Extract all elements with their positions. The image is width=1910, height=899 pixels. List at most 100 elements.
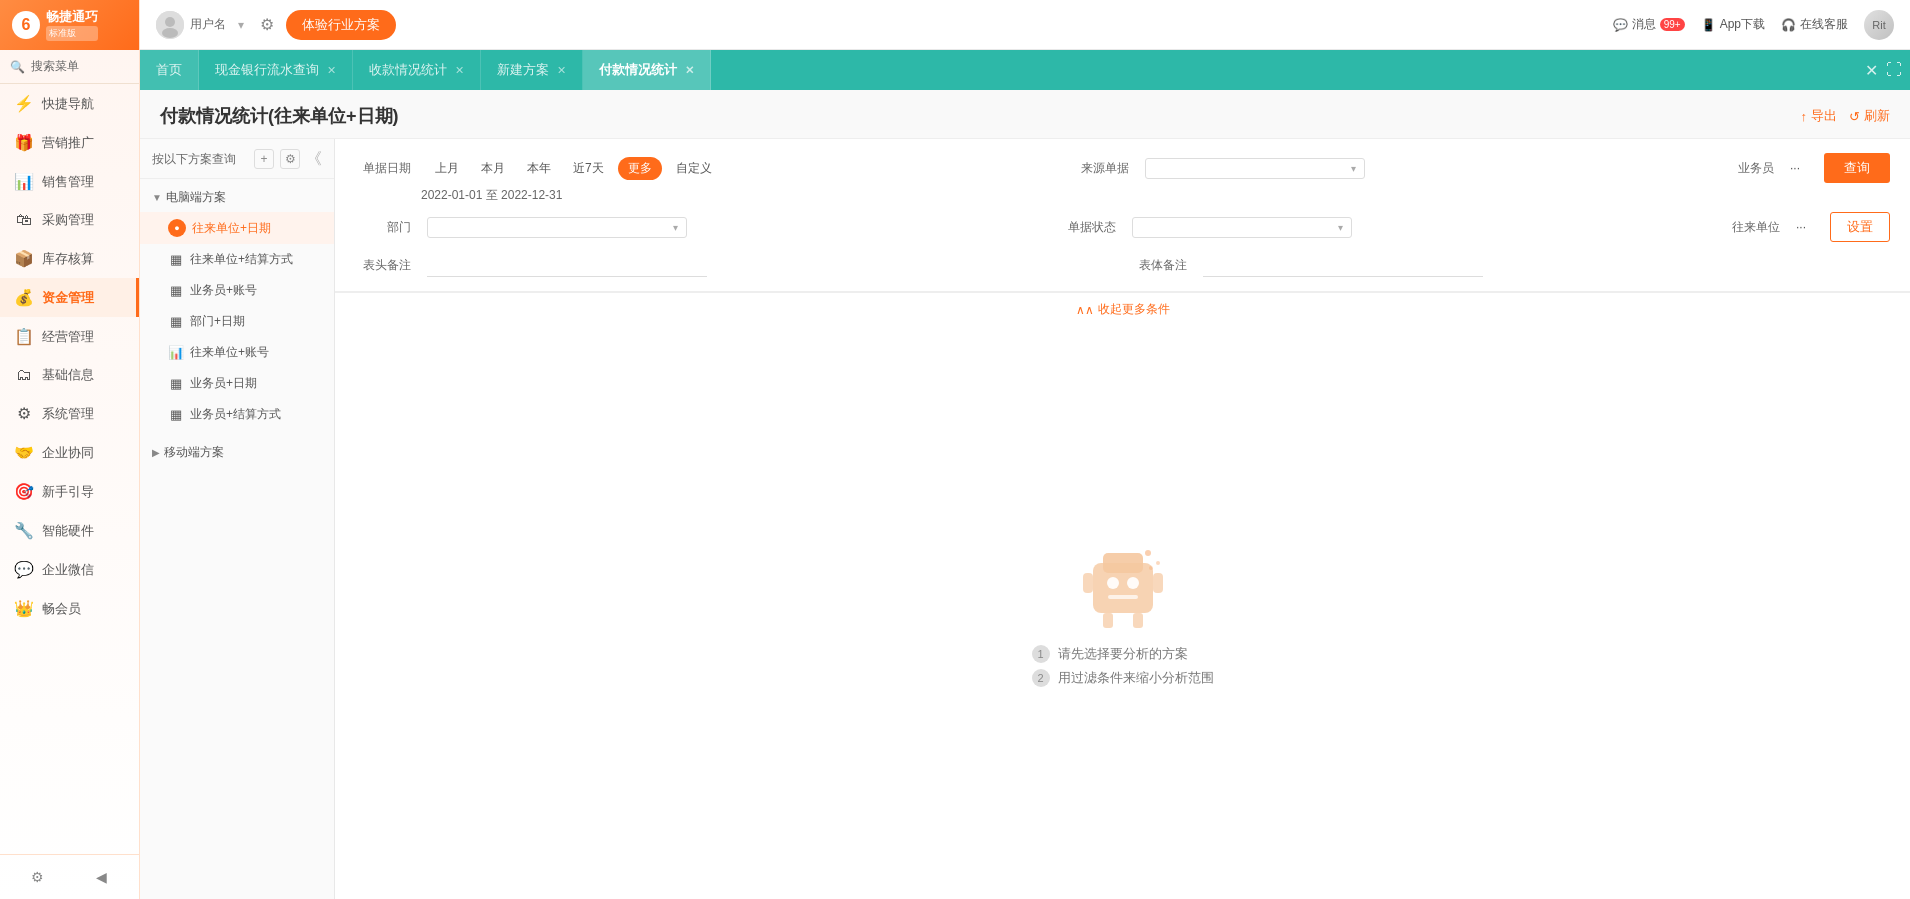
header-note-input[interactable]: [427, 258, 707, 272]
export-btn[interactable]: ↑ 导出: [1801, 107, 1838, 125]
scheme-settings-btn[interactable]: ⚙: [280, 149, 300, 169]
scheme-header: 按以下方案查询 + ⚙ 《: [140, 139, 334, 179]
voucher-status-select[interactable]: ▾: [1132, 217, 1352, 238]
trial-btn[interactable]: 体验行业方案: [286, 10, 396, 40]
scheme-item-salesperson-date[interactable]: ▦ 业务员+日期: [140, 368, 334, 399]
purchase-icon: 🛍: [14, 211, 34, 229]
guide-icon: 🎯: [14, 482, 34, 501]
wechat-icon: 💬: [14, 560, 34, 579]
dept-dropdown-icon: ▾: [673, 222, 678, 233]
sidebar-item-sales[interactable]: 📊 销售管理: [0, 162, 139, 201]
tab-payment-stats-close[interactable]: ✕: [685, 64, 694, 77]
tabs-actions: ✕ ⛶: [1857, 61, 1910, 80]
header-note-label: 表头备注: [355, 257, 411, 274]
date-btn-this-month[interactable]: 本月: [473, 157, 513, 180]
date-btn-last-month[interactable]: 上月: [427, 157, 467, 180]
date-btn-custom[interactable]: 自定义: [668, 157, 720, 180]
app-download-btn[interactable]: 📱 App下载: [1701, 16, 1765, 33]
date-btn-more[interactable]: 更多: [618, 157, 662, 180]
partner-label: 往来单位: [1724, 219, 1780, 236]
inventory-label: 库存核算: [42, 250, 94, 268]
messages-label: 消息: [1632, 16, 1656, 33]
collapse-bar[interactable]: ∧∧ 收起更多条件: [335, 292, 1910, 326]
sidebar-item-smart-hw[interactable]: 🔧 智能硬件: [0, 511, 139, 550]
tab-bank-flow-close[interactable]: ✕: [327, 64, 336, 77]
messages-btn[interactable]: 💬 消息 99+: [1613, 16, 1685, 33]
filter-section: 单据日期 上月 本月 本年 近7天 更多 自定义 来源单据: [335, 139, 1910, 292]
source-select[interactable]: ▾: [1145, 158, 1365, 179]
sidebar-item-vip[interactable]: 👑 畅会员: [0, 589, 139, 628]
body-note-input[interactable]: [1203, 258, 1483, 272]
basic-info-label: 基础信息: [42, 366, 94, 384]
scheme-item-salesperson-date-label: 业务员+日期: [190, 375, 257, 392]
sidebar-item-inventory[interactable]: 📦 库存核算: [0, 239, 139, 278]
empty-hints: 1 请先选择要分析的方案 2 用过滤条件来缩小分析范围: [1032, 645, 1214, 693]
partner-select[interactable]: ···: [1796, 220, 1806, 234]
dropdown-arrow-icon[interactable]: ▾: [238, 18, 244, 32]
date-btn-7days[interactable]: 近7天: [565, 157, 612, 180]
settings-btn[interactable]: 设置: [1830, 212, 1890, 242]
tab-receipt-stats-close[interactable]: ✕: [455, 64, 464, 77]
logo-badge: 标准版: [46, 26, 98, 41]
sidebar-bottom: ⚙ ◀: [0, 854, 139, 899]
online-service-btn[interactable]: 🎧 在线客服: [1781, 16, 1848, 33]
settings-bottom-btn[interactable]: ⚙: [10, 863, 66, 891]
sidebar-item-wechat[interactable]: 💬 企业微信: [0, 550, 139, 589]
sidebar-item-guide[interactable]: 🎯 新手引导: [0, 472, 139, 511]
scheme-item-partner-account[interactable]: 📊 往来单位+账号: [140, 337, 334, 368]
topbar-user-avatar[interactable]: Rit: [1864, 10, 1894, 40]
scheme-item-dept-date[interactable]: ▦ 部门+日期: [140, 306, 334, 337]
sidebar-item-sys-admin[interactable]: ⚙ 系统管理: [0, 394, 139, 433]
topbar-settings-icon[interactable]: ⚙: [260, 15, 274, 34]
sidebar-item-operation[interactable]: 📋 经营管理: [0, 317, 139, 356]
topbar: 用户名 ▾ ⚙ 体验行业方案 💬 消息 99+ 📱 App下载 🎧 在线客服 R…: [140, 0, 1910, 50]
logo-icon: 6: [12, 11, 40, 39]
scheme-group-desktop-header[interactable]: ▼ 电脑端方案: [140, 183, 334, 212]
empty-icon-svg: [1073, 533, 1173, 633]
tab-bank-flow[interactable]: 现金银行流水查询 ✕: [199, 50, 353, 90]
sidebar-item-purchase[interactable]: 🛍 采购管理: [0, 201, 139, 239]
tab-new-scheme-close[interactable]: ✕: [557, 64, 566, 77]
enterprise-icon: 🤝: [14, 443, 34, 462]
scheme-item-salesperson-settlement[interactable]: ▦ 业务员+结算方式: [140, 399, 334, 430]
scheme-item-partner-account-label: 往来单位+账号: [190, 344, 269, 361]
scheme-group-mobile-header[interactable]: ▶ 移动端方案: [140, 438, 334, 467]
search-label: 搜索菜单: [31, 58, 79, 75]
salesperson-select[interactable]: ···: [1790, 161, 1800, 175]
query-btn[interactable]: 查询: [1824, 153, 1890, 183]
main-area: 用户名 ▾ ⚙ 体验行业方案 💬 消息 99+ 📱 App下载 🎧 在线客服 R…: [140, 0, 1910, 899]
scheme-collapse-btn[interactable]: 《: [306, 149, 322, 170]
sidebar-item-enterprise[interactable]: 🤝 企业协同: [0, 433, 139, 472]
dept-select[interactable]: ▾: [427, 217, 687, 238]
refresh-btn[interactable]: ↺ 刷新: [1849, 107, 1890, 125]
add-scheme-btn[interactable]: +: [254, 149, 274, 169]
tab-home-label: 首页: [156, 61, 182, 79]
mobile-group-label: 移动端方案: [164, 444, 224, 461]
scheme-item-partner-date[interactable]: ● 往来单位+日期: [140, 212, 334, 244]
svg-point-5: [1107, 577, 1119, 589]
sidebar-item-marketing[interactable]: 🎁 营销推广: [0, 123, 139, 162]
search-menu[interactable]: 🔍 搜索菜单: [0, 50, 139, 84]
online-service-label: 在线客服: [1800, 16, 1848, 33]
scheme-item-partner-settlement[interactable]: ▦ 往来单位+结算方式: [140, 244, 334, 275]
scheme-item-salesperson-account[interactable]: ▦ 业务员+账号: [140, 275, 334, 306]
source-label: 来源单据: [1073, 160, 1129, 177]
maximize-btn[interactable]: ⛶: [1886, 61, 1902, 79]
empty-hint-2: 用过滤条件来缩小分析范围: [1058, 669, 1214, 687]
filter-row-3: 表头备注 表体备注: [355, 254, 1890, 277]
close-tab-btn[interactable]: ✕: [1865, 61, 1878, 80]
sidebar-item-basic-info[interactable]: 🗂 基础信息: [0, 356, 139, 394]
sidebar-item-finance[interactable]: 💰 资金管理: [0, 278, 139, 317]
collapse-sidebar-btn[interactable]: ◀: [74, 863, 130, 891]
scheme-item-partner-settlement-label: 往来单位+结算方式: [190, 251, 293, 268]
date-btn-this-year[interactable]: 本年: [519, 157, 559, 180]
tab-payment-stats[interactable]: 付款情况统计 ✕: [583, 50, 711, 90]
tab-new-scheme[interactable]: 新建方案 ✕: [481, 50, 583, 90]
nav-menu: ⚡ 快捷导航 🎁 营销推广 📊 销售管理 🛍 采购管理 📦 库存核算 💰 资金管…: [0, 84, 139, 854]
tab-home[interactable]: 首页: [140, 50, 199, 90]
svg-rect-8: [1083, 573, 1093, 593]
tab-receipt-stats[interactable]: 收款情况统计 ✕: [353, 50, 481, 90]
user-name-text: 用户名: [190, 16, 226, 33]
scheme-title-text: 按以下方案查询: [152, 151, 236, 168]
sidebar-item-quick-nav[interactable]: ⚡ 快捷导航: [0, 84, 139, 123]
